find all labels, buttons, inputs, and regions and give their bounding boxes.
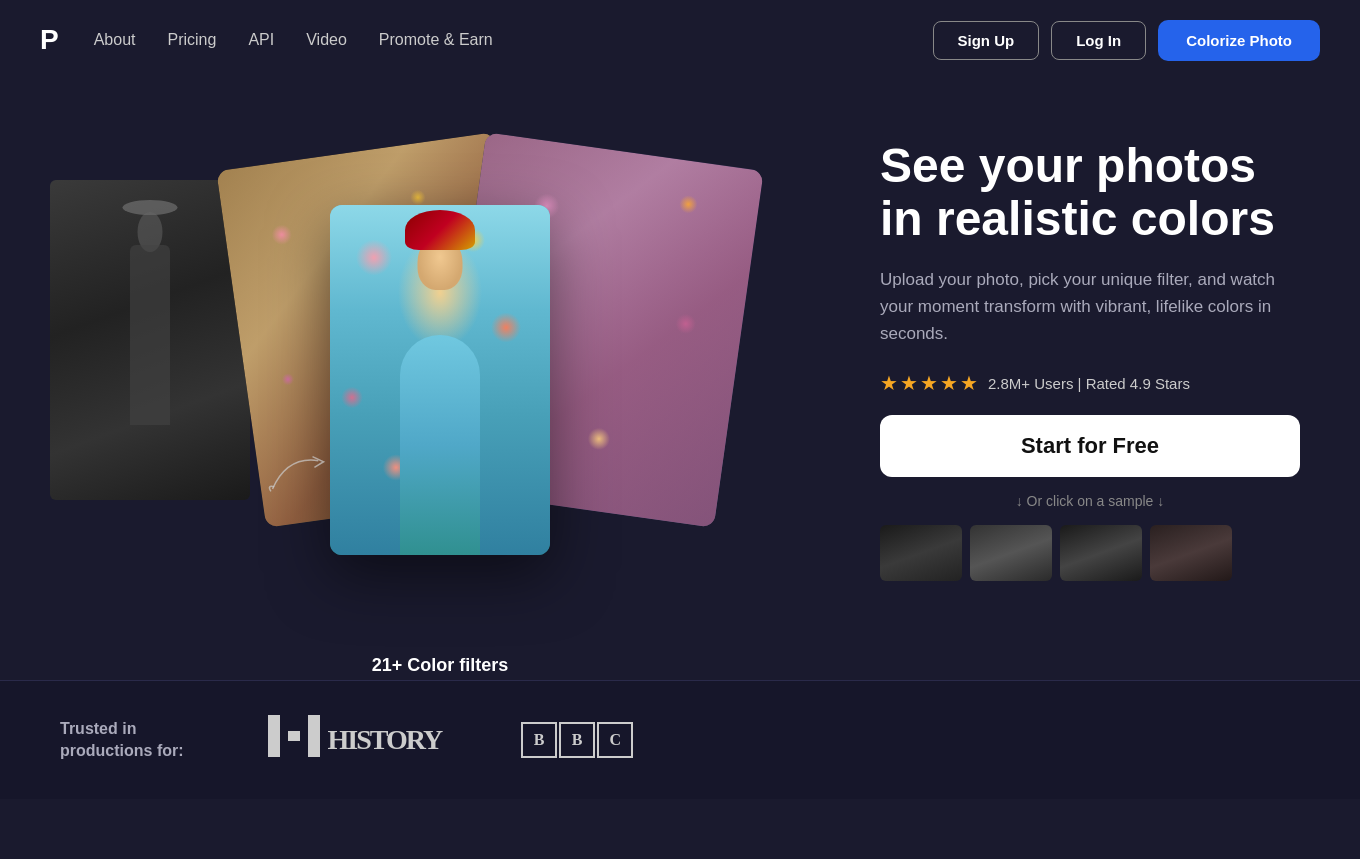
colorize-photo-button[interactable]: Colorize Photo <box>1158 20 1320 61</box>
svg-rect-2 <box>308 715 320 757</box>
nav-links: About Pricing API Video Promote & Earn <box>94 31 493 49</box>
photo-stack: 21+ Color filters <box>60 120 820 640</box>
trust-logos: HISTORY B B C <box>264 711 634 769</box>
hero-section: 21+ Color filters See your photosin real… <box>0 80 1360 680</box>
navbar: P About Pricing API Video Promote & Earn… <box>0 0 1360 80</box>
nav-link-pricing[interactable]: Pricing <box>168 31 217 48</box>
logo: P <box>40 24 58 56</box>
signup-button[interactable]: Sign Up <box>933 21 1040 60</box>
trust-label: Trusted inproductions for: <box>60 718 184 763</box>
sample-thumb-2[interactable] <box>970 525 1052 581</box>
sample-thumbnails <box>880 525 1300 581</box>
sample-thumb-3[interactable] <box>1060 525 1142 581</box>
bbc-logo: B B C <box>521 722 633 758</box>
svg-rect-0 <box>268 715 280 757</box>
hero-title: See your photosin realistic colors <box>880 140 1300 246</box>
nav-link-video[interactable]: Video <box>306 31 347 48</box>
hero-description: Upload your photo, pick your unique filt… <box>880 266 1300 348</box>
rating-text: 2.8M+ Users | Rated 4.9 Stars <box>988 375 1190 392</box>
sample-hint-text: ↓ Or click on a sample ↓ <box>880 493 1300 509</box>
rating-row: ★★★★★ 2.8M+ Users | Rated 4.9 Stars <box>880 371 1300 395</box>
nav-link-promote[interactable]: Promote & Earn <box>379 31 493 48</box>
nav-right: Sign Up Log In Colorize Photo <box>933 20 1321 61</box>
nav-link-api[interactable]: API <box>248 31 274 48</box>
nav-item-pricing[interactable]: Pricing <box>168 31 217 49</box>
history-channel-text: HISTORY <box>328 724 442 756</box>
start-free-button[interactable]: Start for Free <box>880 415 1300 477</box>
history-logo-text <box>264 711 324 769</box>
filter-count-label: 21+ Color filters <box>372 655 509 676</box>
sample-thumb-1[interactable] <box>880 525 962 581</box>
bbc-box-b2: B <box>559 722 595 758</box>
nav-item-video[interactable]: Video <box>306 31 347 49</box>
svg-rect-1 <box>288 731 300 741</box>
login-button[interactable]: Log In <box>1051 21 1146 60</box>
sample-thumb-4[interactable] <box>1150 525 1232 581</box>
nav-left: P About Pricing API Video Promote & Earn <box>40 24 493 56</box>
nav-link-about[interactable]: About <box>94 31 136 48</box>
trust-bar: Trusted inproductions for: HISTORY B B C <box>0 680 1360 799</box>
hero-content: See your photosin realistic colors Uploa… <box>880 120 1300 581</box>
bbc-box-b1: B <box>521 722 557 758</box>
nav-item-api[interactable]: API <box>248 31 274 49</box>
nav-item-about[interactable]: About <box>94 31 136 49</box>
star-icons: ★★★★★ <box>880 371 980 395</box>
bw-photo-left <box>50 180 250 500</box>
bw-photo-fill <box>50 180 250 500</box>
history-channel-logo: HISTORY <box>264 711 442 769</box>
bbc-box-c: C <box>597 722 633 758</box>
colorized-photo-main <box>330 205 550 555</box>
nav-item-promote[interactable]: Promote & Earn <box>379 31 493 49</box>
